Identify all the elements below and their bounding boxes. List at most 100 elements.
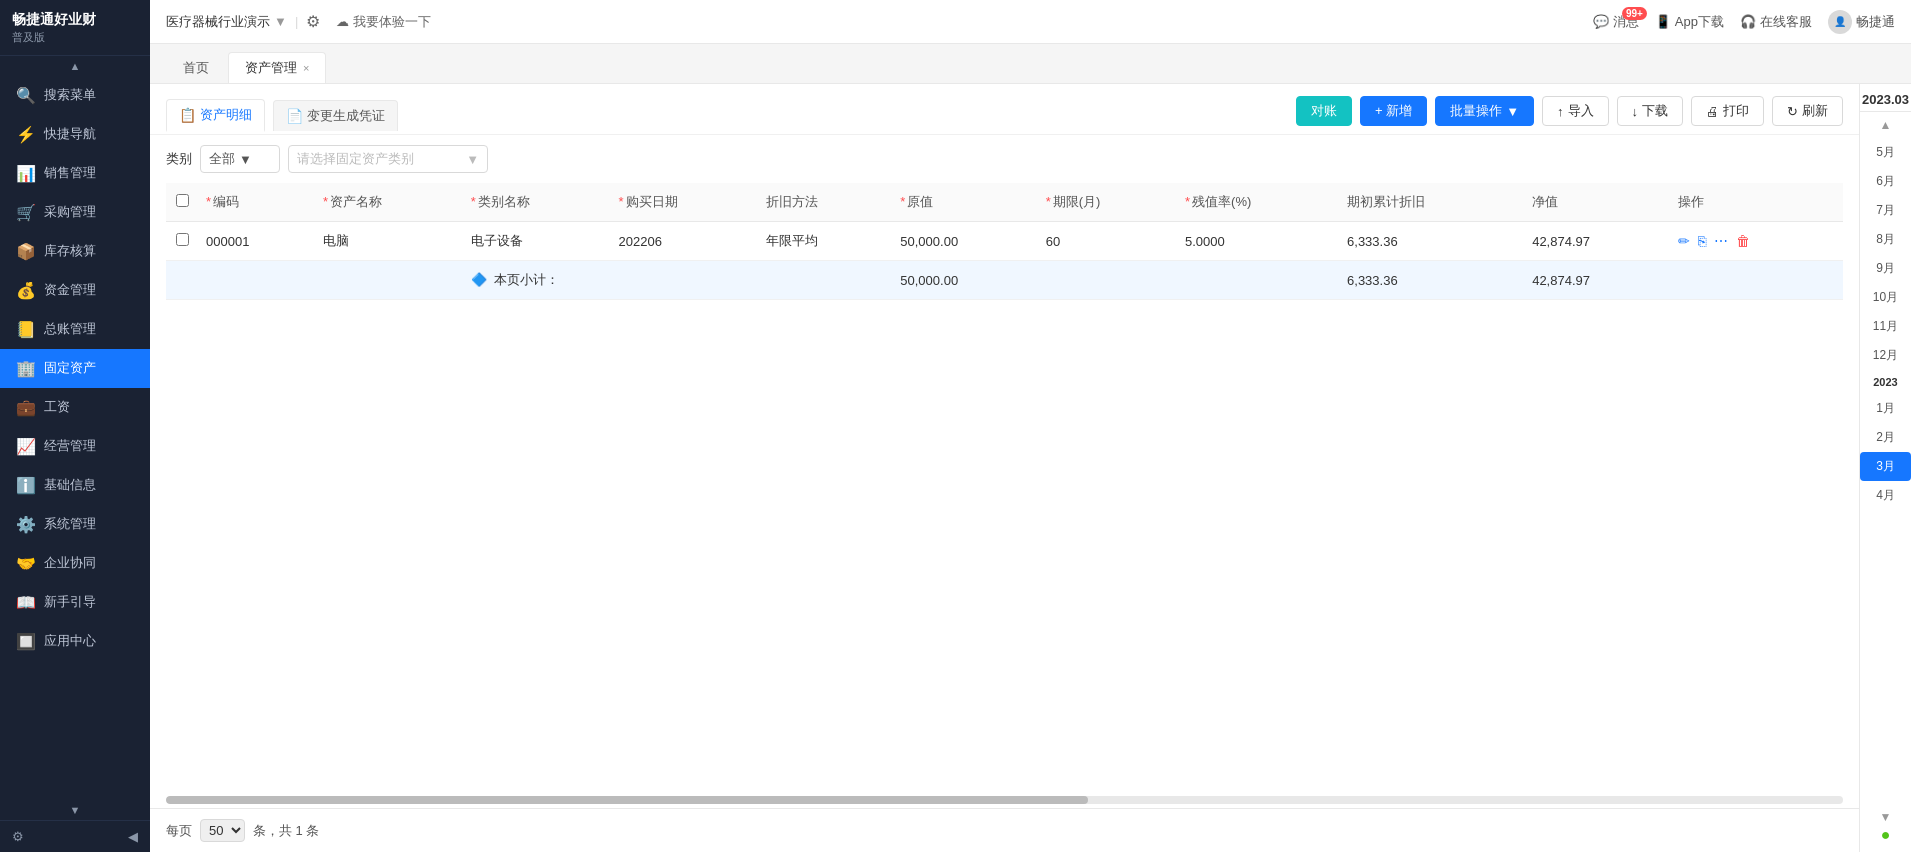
th-residual-rate: *残值率(%) [1177,183,1339,222]
sidebar-item-ledger[interactable]: 📒 总账管理 [0,310,150,349]
category-select[interactable]: 全部 ▼ [200,145,280,173]
content-toolbar: 📋 资产明细 📄 变更生成凭证 对账 + 新增 批量操作 ▼ ↑ [150,84,1859,135]
tab-home[interactable]: 首页 [166,52,226,83]
th-category: *类别名称 [463,183,611,222]
date-item-current[interactable]: 3月 [1860,452,1911,481]
tab-close-icon[interactable]: × [303,62,309,74]
change-voucher-icon: 📄 [286,108,303,124]
salary-icon: 💼 [16,398,36,417]
topbar-right: 💬 消息 99+ 📱 App下载 🎧 在线客服 👤 畅捷通 [1593,10,1895,34]
sidebar-item-basic-info[interactable]: ℹ️ 基础信息 [0,466,150,505]
sidebar-item-purchase[interactable]: 🛒 采购管理 [0,193,150,232]
sidebar-item-sales[interactable]: 📊 销售管理 [0,154,150,193]
tab-change-voucher[interactable]: 📄 变更生成凭证 [273,100,398,131]
import-label: 导入 [1568,102,1594,120]
date-panel-dot[interactable]: ● [1881,826,1891,844]
batch-btn[interactable]: 批量操作 ▼ [1435,96,1534,126]
app-download-btn[interactable]: 📱 App下载 [1655,13,1724,31]
download-label: 下载 [1642,102,1668,120]
page-total: 条，共 1 条 [253,822,319,840]
horizontal-scrollbar[interactable] [166,796,1843,804]
sidebar-item-system[interactable]: ⚙️ 系统管理 [0,505,150,544]
apps-icon: 🔲 [16,632,36,651]
date-item-5[interactable]: 5月 [1860,138,1911,167]
sidebar-item-fixed-assets[interactable]: 🏢 固定资产 [0,349,150,388]
tab-asset-detail[interactable]: 📋 资产明细 [166,99,265,132]
refresh-btn[interactable]: ↻ 刷新 [1772,96,1843,126]
download-btn[interactable]: ↓ 下载 [1617,96,1684,126]
sidebar-item-quicknav[interactable]: ⚡ 快捷导航 [0,115,150,154]
th-purchase-date: *购买日期 [611,183,759,222]
select-all-checkbox[interactable] [176,194,189,207]
sidebar-bottom: ⚙ ◀ [0,820,150,852]
th-checkbox [166,183,198,222]
settings-gear-icon[interactable]: ⚙ [306,12,320,31]
table-wrap: *编码 *资产名称 *类别名称 *购买日期 折旧方法 *原值 *期限(月) *残… [150,183,1859,792]
more-btn[interactable]: ⋯ [1714,233,1728,249]
sidebar-item-salary[interactable]: 💼 工资 [0,388,150,427]
date-item-11[interactable]: 11月 [1860,312,1911,341]
date-item-9[interactable]: 9月 [1860,254,1911,283]
date-item-1[interactable]: 1月 [1860,394,1911,423]
date-item-2[interactable]: 2月 [1860,423,1911,452]
date-item-7[interactable]: 7月 [1860,196,1911,225]
date-item-12[interactable]: 12月 [1860,341,1911,370]
sidebar-item-search[interactable]: 🔍 搜索菜单 [0,76,150,115]
row-actions: ✏ ⎘ ⋯ 🗑 [1678,233,1835,249]
sidebar-item-operations[interactable]: 📈 经营管理 [0,427,150,466]
collapse-icon[interactable]: ◀ [128,829,138,844]
sidebar-item-inventory[interactable]: 📦 库存核算 [0,232,150,271]
sidebar-label-guide: 新手引导 [44,593,96,611]
message-btn[interactable]: 💬 消息 99+ [1593,13,1639,31]
per-page-select[interactable]: 50 [200,819,245,842]
refresh-label: 刷新 [1802,102,1828,120]
batch-label: 批量操作 [1450,102,1502,120]
date-item-6[interactable]: 6月 [1860,167,1911,196]
th-name: *资产名称 [315,183,463,222]
date-panel-controls: ▲ [1860,112,1911,138]
sidebar-label-inventory: 库存核算 [44,242,96,260]
subtotal-icon: 🔷 [471,272,487,287]
date-panel-nav: ▼ ● [1878,804,1894,848]
sidebar-item-apps[interactable]: 🔲 应用中心 [0,622,150,661]
delete-btn[interactable]: 🗑 [1736,233,1750,249]
sidebar-item-enterprise[interactable]: 🤝 企业协同 [0,544,150,583]
tabbar: 首页 资产管理 × [150,44,1911,84]
settings-icon[interactable]: ⚙ [12,829,24,844]
reconcile-btn[interactable]: 对账 [1296,96,1352,126]
date-item-10[interactable]: 10月 [1860,283,1911,312]
copy-btn[interactable]: ⎘ [1698,233,1706,249]
edit-btn[interactable]: ✏ [1678,233,1690,249]
sidebar-item-guide[interactable]: 📖 新手引导 [0,583,150,622]
import-btn[interactable]: ↑ 导入 [1542,96,1609,126]
subtotal-label-cell: 🔷 本页小计： [463,261,893,300]
cell-name: 电脑 [315,222,463,261]
subtotal-original-value: 50,000.00 [892,261,1037,300]
experience-btn[interactable]: ☁ 我要体验一下 [336,13,431,31]
customer-service-btn[interactable]: 🎧 在线客服 [1740,13,1812,31]
date-down-btn[interactable]: ▼ [1878,808,1894,826]
new-btn[interactable]: + 新增 [1360,96,1427,126]
row-checkbox[interactable] [176,233,189,246]
user-menu[interactable]: 👤 畅捷通 [1828,10,1895,34]
download-icon: 📱 [1655,14,1671,29]
sidebar-scroll-down[interactable]: ▼ [0,800,150,820]
th-accumulated-depreciation: 期初累计折旧 [1339,183,1524,222]
category-input-arrow: ▼ [466,152,479,167]
sidebar-label-basic-info: 基础信息 [44,476,96,494]
cell-period: 60 [1038,222,1177,261]
sidebar-label-apps: 应用中心 [44,632,96,650]
date-up-btn[interactable]: ▲ [1878,116,1894,134]
sidebar-item-finance[interactable]: 💰 资金管理 [0,271,150,310]
date-item-4[interactable]: 4月 [1860,481,1911,510]
sidebar-scroll-up[interactable]: ▲ [0,56,150,76]
print-btn[interactable]: 🖨 打印 [1691,96,1764,126]
purchase-icon: 🛒 [16,203,36,222]
tab-asset-mgmt[interactable]: 资产管理 × [228,52,326,83]
cell-actions: ✏ ⎘ ⋯ 🗑 [1670,222,1843,261]
inventory-icon: 📦 [16,242,36,261]
category-input[interactable]: 请选择固定资产类别 ▼ [288,145,488,173]
company-selector[interactable]: 医疗器械行业演示 ▼ [166,13,287,31]
tab-home-label: 首页 [183,59,209,77]
date-item-8[interactable]: 8月 [1860,225,1911,254]
